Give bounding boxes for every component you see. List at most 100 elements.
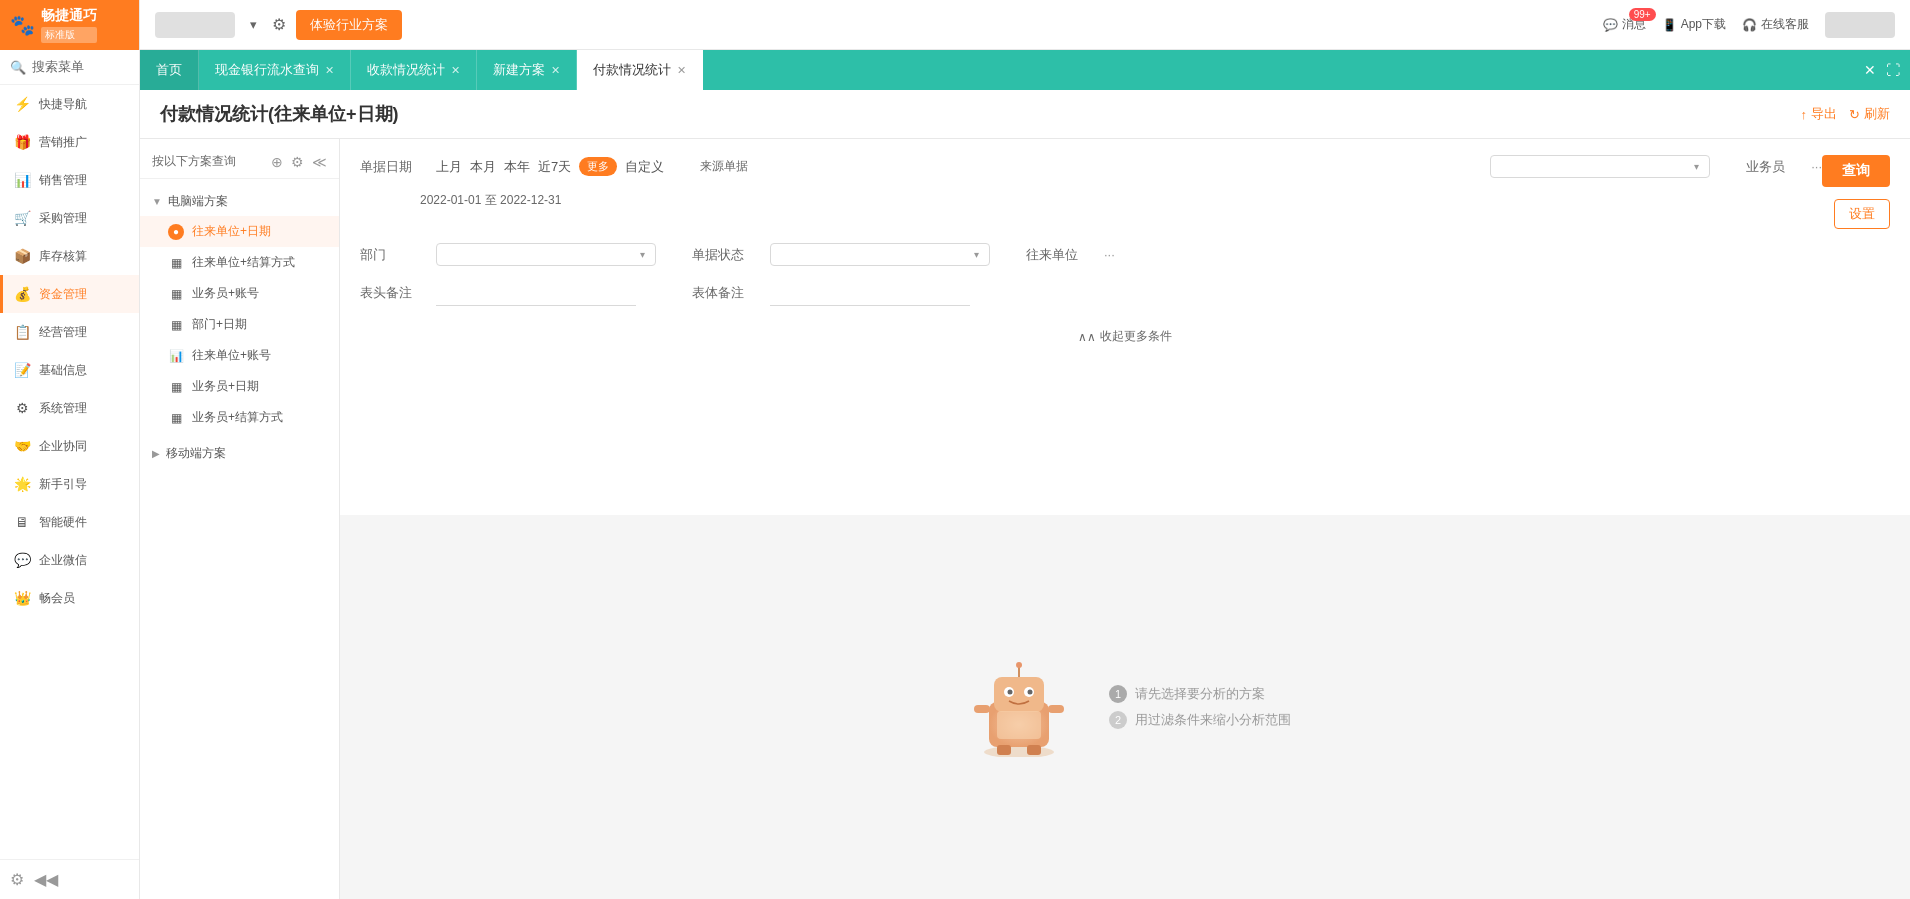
- content-area: 付款情况统计(往来单位+日期) ↑ 导出 ↻ 刷新 按以下方案查询 ⊕ ⚙: [140, 90, 1910, 899]
- voucher-status-select[interactable]: ▾: [770, 243, 990, 266]
- page-header-right: ↑ 导出 ↻ 刷新: [1801, 105, 1891, 123]
- scheme-item-staff-date[interactable]: ▦ 业务员+日期: [140, 371, 339, 402]
- online-service-btn[interactable]: 🎧 在线客服: [1742, 16, 1809, 33]
- tab-receipt-stats-close[interactable]: ✕: [451, 64, 460, 77]
- marketing-icon: 🎁: [13, 133, 31, 151]
- messages-btn[interactable]: 💬 消息 99+: [1603, 16, 1646, 33]
- table-header-note-input[interactable]: [436, 280, 636, 306]
- scheme-icon: ▦: [168, 410, 184, 426]
- sidebar-item-inventory[interactable]: 📦 库存核算: [0, 237, 139, 275]
- sidebar-item-hardware[interactable]: 🖥 智能硬件: [0, 503, 139, 541]
- sidebar-bottom: ⚙ ◀◀: [0, 859, 139, 899]
- desktop-group-header[interactable]: ▼ 电脑端方案: [140, 187, 339, 216]
- table-body-note-input[interactable]: [770, 280, 970, 306]
- tab-payment-stats[interactable]: 付款情况统计 ✕: [577, 50, 703, 90]
- logo-icon: 🐾: [10, 13, 35, 37]
- svg-point-5: [1008, 690, 1013, 695]
- topbar-right: 💬 消息 99+ 📱 App下载 🎧 在线客服: [1603, 12, 1895, 38]
- scheme-item-label: 业务员+账号: [192, 285, 259, 302]
- scheme-icon: ▦: [168, 317, 184, 333]
- add-scheme-btn[interactable]: ⊕: [271, 154, 283, 170]
- sidebar-item-basic[interactable]: 📝 基础信息: [0, 351, 139, 389]
- sidebar-item-guide[interactable]: 🌟 新手引导: [0, 465, 139, 503]
- tab-bank-flow[interactable]: 现金银行流水查询 ✕: [199, 50, 351, 90]
- tab-home-label: 首页: [156, 61, 182, 79]
- export-icon: ↑: [1801, 107, 1808, 122]
- mobile-group-header[interactable]: ▶ 移动端方案: [140, 437, 339, 470]
- sidebar-item-operation[interactable]: 📋 经营管理: [0, 313, 139, 351]
- source-select[interactable]: ▾: [1490, 155, 1710, 178]
- sidebar-item-wechat[interactable]: 💬 企业微信: [0, 541, 139, 579]
- search-icon: 🔍: [10, 60, 26, 75]
- messages-badge: 99+: [1629, 8, 1656, 21]
- user-avatar[interactable]: [1825, 12, 1895, 38]
- scheme-item-unit-settle[interactable]: ▦ 往来单位+结算方式: [140, 247, 339, 278]
- export-btn[interactable]: ↑ 导出: [1801, 105, 1838, 123]
- tab-home[interactable]: 首页: [140, 50, 199, 90]
- expand-icon[interactable]: ⛶: [1886, 62, 1900, 78]
- collapse-panel-btn[interactable]: ≪: [312, 154, 327, 170]
- note-filter-row: 表头备注 表体备注: [360, 280, 1890, 306]
- scheme-item-dept-date[interactable]: ▦ 部门+日期: [140, 309, 339, 340]
- settings-bottom-icon[interactable]: ⚙: [10, 870, 24, 889]
- result-step-1: 1 请先选择要分析的方案: [1109, 685, 1291, 703]
- operation-icon: 📋: [13, 323, 31, 341]
- voucher-status-label: 单据状态: [692, 246, 744, 264]
- sidebar-item-marketing[interactable]: 🎁 营销推广: [0, 123, 139, 161]
- sidebar-item-sales[interactable]: 📊 销售管理: [0, 161, 139, 199]
- dept-label: 部门: [360, 246, 420, 264]
- sidebar-item-label: 企业微信: [39, 552, 87, 569]
- company-dropdown[interactable]: ▾: [245, 17, 262, 32]
- sidebar-item-purchase[interactable]: 🛒 采购管理: [0, 199, 139, 237]
- collapse-conditions-btn[interactable]: ∧∧ 收起更多条件: [360, 320, 1890, 353]
- filter-right-btns: 查询 设置: [1822, 155, 1890, 229]
- staff-select-dots[interactable]: ···: [1811, 159, 1822, 174]
- sidebar-item-member[interactable]: 👑 畅会员: [0, 579, 139, 617]
- sidebar-item-coop[interactable]: 🤝 企业协同: [0, 427, 139, 465]
- settings-btn[interactable]: 设置: [1834, 199, 1890, 229]
- scheme-item-unit-date[interactable]: ● 往来单位+日期: [140, 216, 339, 247]
- date-custom[interactable]: 自定义: [625, 158, 664, 176]
- tab-new-scheme[interactable]: 新建方案 ✕: [477, 50, 577, 90]
- date-last-7[interactable]: 近7天: [538, 158, 571, 176]
- guide-icon: 🌟: [13, 475, 31, 493]
- dept-select[interactable]: ▾: [436, 243, 656, 266]
- sidebar-item-quick-nav[interactable]: ⚡ 快捷导航: [0, 85, 139, 123]
- sidebar-item-label: 快捷导航: [39, 96, 87, 113]
- refresh-btn[interactable]: ↻ 刷新: [1849, 105, 1890, 123]
- scheme-item-unit-account[interactable]: 📊 往来单位+账号: [140, 340, 339, 371]
- tab-payment-stats-close[interactable]: ✕: [677, 64, 686, 77]
- search-menu[interactable]: 🔍 搜索菜单: [0, 50, 139, 85]
- date-more[interactable]: 更多: [579, 157, 617, 176]
- app-download-btn[interactable]: 📱 App下载: [1662, 16, 1726, 33]
- query-btn[interactable]: 查询: [1822, 155, 1890, 187]
- partner-select-dots[interactable]: ···: [1104, 247, 1115, 262]
- scheme-item-staff-account[interactable]: ▦ 业务员+账号: [140, 278, 339, 309]
- close-window-icon[interactable]: ✕: [1864, 62, 1876, 78]
- tab-new-scheme-close[interactable]: ✕: [551, 64, 560, 77]
- date-this-year[interactable]: 本年: [504, 158, 530, 176]
- sidebar-item-label: 基础信息: [39, 362, 87, 379]
- tab-receipt-stats[interactable]: 收款情况统计 ✕: [351, 50, 477, 90]
- settings-icon[interactable]: ⚙: [272, 15, 286, 34]
- date-this-month[interactable]: 本月: [470, 158, 496, 176]
- date-last-month[interactable]: 上月: [436, 158, 462, 176]
- tab-bank-flow-close[interactable]: ✕: [325, 64, 334, 77]
- sidebar-item-finance[interactable]: 💰 资金管理: [0, 275, 139, 313]
- collapse-sidebar-icon[interactable]: ◀◀: [34, 870, 58, 889]
- topbar: ▾ ⚙ 体验行业方案 💬 消息 99+ 📱 App下载 🎧 在线客服: [140, 0, 1910, 50]
- trial-btn[interactable]: 体验行业方案: [296, 10, 402, 40]
- refresh-icon: ↻: [1849, 107, 1860, 122]
- main-content: 按以下方案查询 ⊕ ⚙ ≪ ▼ 电脑端方案 ● 往来单位+日期 ▦: [140, 139, 1910, 899]
- basic-icon: 📝: [13, 361, 31, 379]
- empty-illustration: [959, 657, 1079, 757]
- side-panel-toolbar: 按以下方案查询 ⊕ ⚙ ≪: [140, 149, 339, 179]
- sidebar-item-system[interactable]: ⚙ 系统管理: [0, 389, 139, 427]
- scheme-settings-btn[interactable]: ⚙: [291, 154, 304, 170]
- inventory-icon: 📦: [13, 247, 31, 265]
- collapse-label: 收起更多条件: [1100, 328, 1172, 345]
- side-panel: 按以下方案查询 ⊕ ⚙ ≪ ▼ 电脑端方案 ● 往来单位+日期 ▦: [140, 139, 340, 899]
- main-area: ▾ ⚙ 体验行业方案 💬 消息 99+ 📱 App下载 🎧 在线客服 首页: [140, 0, 1910, 899]
- scheme-item-staff-settle[interactable]: ▦ 业务员+结算方式: [140, 402, 339, 433]
- source-label: 来源单据: [700, 158, 1474, 175]
